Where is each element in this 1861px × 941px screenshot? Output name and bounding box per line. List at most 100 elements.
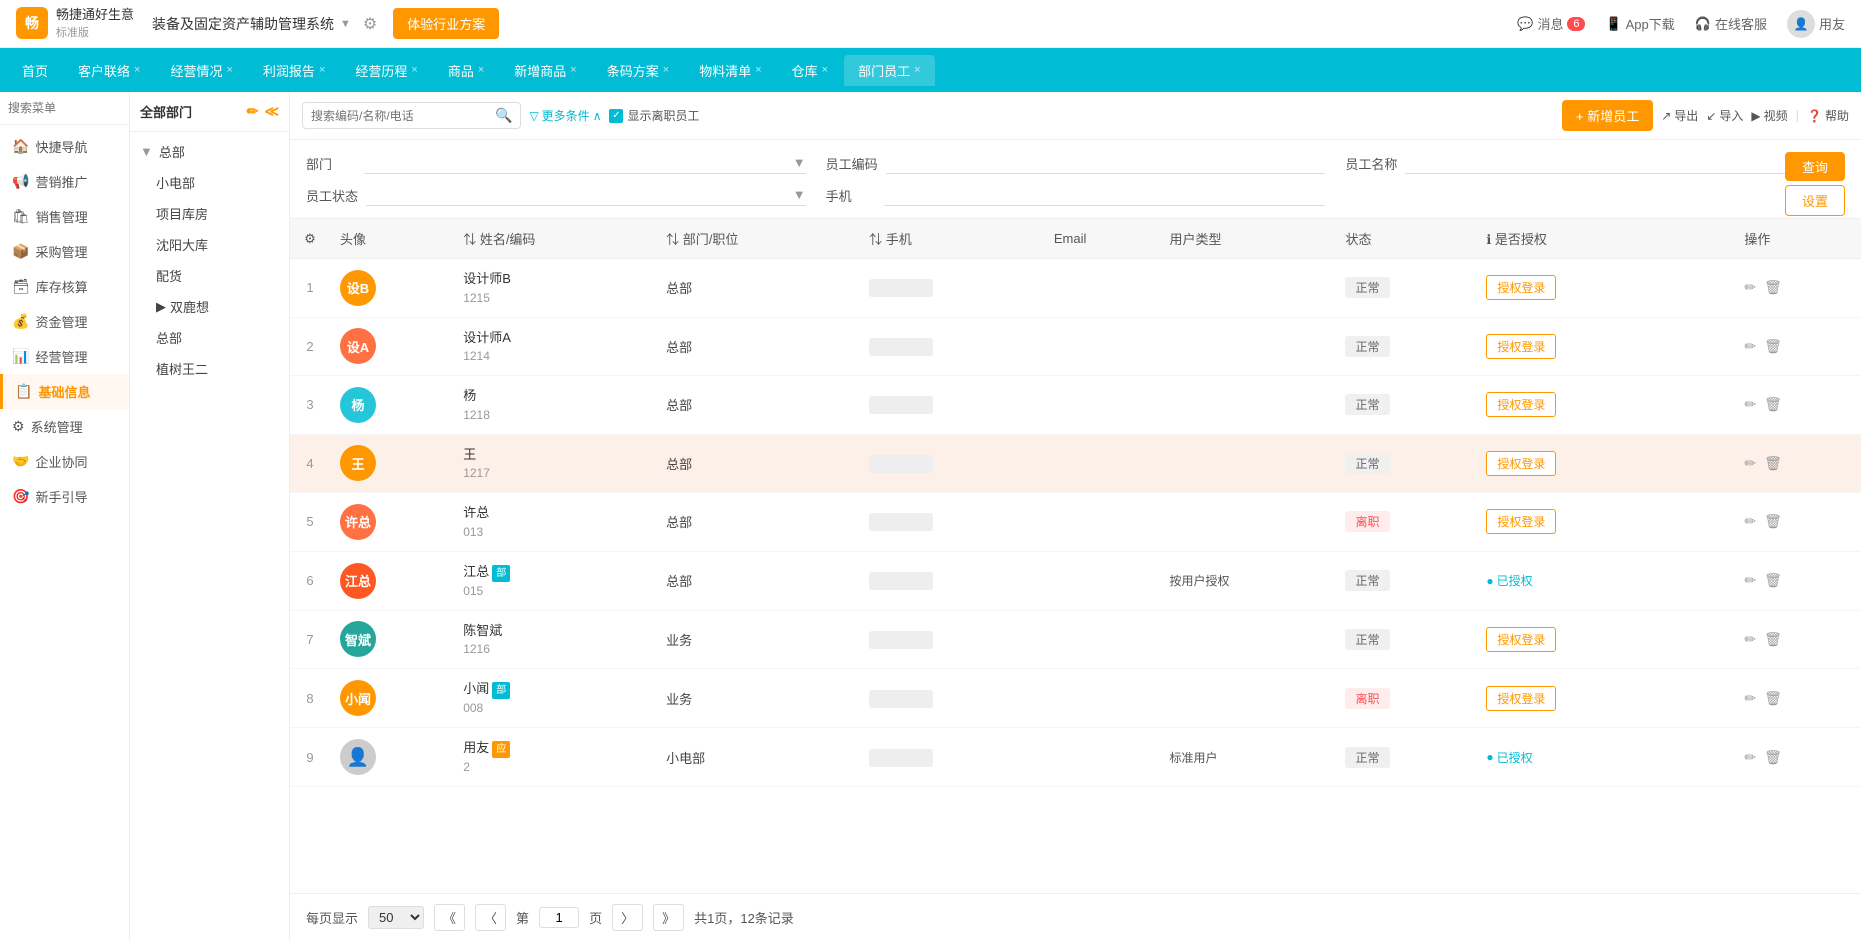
col-name[interactable]: ⇅ 姓名/编码 bbox=[453, 219, 656, 259]
online-service-btn[interactable]: 🎧 在线客服 bbox=[1695, 14, 1767, 33]
search-icon[interactable]: 🔍 bbox=[495, 107, 512, 124]
auth-login-btn[interactable]: 授权登录 bbox=[1486, 275, 1556, 300]
delete-icon[interactable]: 🗑 bbox=[1764, 513, 1782, 530]
sidebar-item-sales[interactable]: 🛍销售管理 bbox=[0, 199, 129, 234]
dept-node-peihuo[interactable]: 配货 bbox=[146, 260, 289, 291]
search-input[interactable] bbox=[311, 109, 491, 123]
page-number-input[interactable] bbox=[539, 907, 579, 928]
view-button[interactable]: ▶ 视频 bbox=[1751, 107, 1787, 124]
export-button[interactable]: ↗ 导出 bbox=[1661, 107, 1698, 124]
dept-node-shenyang[interactable]: 沈阳大库 bbox=[146, 229, 289, 260]
dept-collapse-icon[interactable]: ≪ bbox=[264, 103, 279, 120]
close-barcode-tab[interactable]: × bbox=[663, 64, 669, 76]
set-button[interactable]: 设置 bbox=[1785, 185, 1845, 216]
col-dept[interactable]: ⇅ 部门/职位 bbox=[656, 219, 859, 259]
col-settings[interactable]: ⚙ bbox=[290, 219, 330, 259]
auth-login-btn[interactable]: 授权登录 bbox=[1486, 392, 1556, 417]
close-add-goods-tab[interactable]: × bbox=[570, 64, 576, 76]
sidebar-item-inventory[interactable]: 🗃库存核算 bbox=[0, 269, 129, 304]
sidebar-item-quicknav[interactable]: 🏠快捷导航 bbox=[0, 129, 129, 164]
close-profit-tab[interactable]: × bbox=[319, 64, 325, 76]
auth-login-btn[interactable]: 授权登录 bbox=[1486, 509, 1556, 534]
dept-node-shuanglu[interactable]: ▶ 双鹿想 bbox=[146, 291, 289, 322]
help-button[interactable]: ❓ 帮助 bbox=[1807, 107, 1849, 124]
user-menu-btn[interactable]: 👤 用友 bbox=[1787, 10, 1845, 38]
dept-node-xiaodibu[interactable]: 小电部 bbox=[146, 167, 289, 198]
tab-add-goods[interactable]: 新增商品 × bbox=[500, 55, 590, 86]
delete-icon[interactable]: 🗑 bbox=[1764, 338, 1782, 355]
delete-icon[interactable]: 🗑 bbox=[1764, 279, 1782, 296]
prev-page-btn[interactable]: 〈 bbox=[475, 904, 506, 931]
auth-login-btn[interactable]: 授权登录 bbox=[1486, 334, 1556, 359]
sidebar-item-guide[interactable]: 🎯新手引导 bbox=[0, 479, 129, 514]
import-button[interactable]: ↙ 导入 bbox=[1706, 107, 1743, 124]
sidebar-item-corp[interactable]: 🤝企业协同 bbox=[0, 444, 129, 479]
query-button[interactable]: 查询 bbox=[1785, 152, 1845, 181]
edit-icon[interactable]: ✏ bbox=[1744, 749, 1756, 766]
edit-icon[interactable]: ✏ bbox=[1744, 513, 1756, 530]
delete-icon[interactable]: 🗑 bbox=[1764, 690, 1782, 707]
filter-phone-input[interactable] bbox=[884, 184, 1326, 206]
tab-profit[interactable]: 利润报告 × bbox=[249, 55, 339, 86]
edit-icon[interactable]: ✏ bbox=[1744, 455, 1756, 472]
close-goods-tab[interactable]: × bbox=[478, 64, 484, 76]
auth-login-btn[interactable]: 授权登录 bbox=[1486, 627, 1556, 652]
edit-icon[interactable]: ✏ bbox=[1744, 279, 1756, 296]
filter-dept-select[interactable]: ▼ bbox=[364, 152, 806, 174]
dept-node-general[interactable]: ▼ 总部 bbox=[130, 136, 289, 167]
filter-name-input[interactable] bbox=[1405, 152, 1845, 174]
sidebar-item-basic[interactable]: 📋基础信息 bbox=[0, 374, 129, 409]
close-bom-tab[interactable]: × bbox=[755, 64, 761, 76]
auth-login-btn[interactable]: 授权登录 bbox=[1486, 686, 1556, 711]
close-staff-tab[interactable]: × bbox=[914, 64, 920, 76]
col-phone[interactable]: ⇅ 手机 bbox=[859, 219, 1044, 259]
delete-icon[interactable]: 🗑 bbox=[1764, 455, 1782, 472]
tab-operation[interactable]: 经营情况 × bbox=[156, 55, 246, 86]
system-dropdown-arrow[interactable]: ▼ bbox=[340, 18, 351, 30]
edit-icon[interactable]: ✏ bbox=[1744, 631, 1756, 648]
filter-code-input[interactable] bbox=[886, 152, 1326, 174]
close-operation-tab[interactable]: × bbox=[226, 64, 232, 76]
sidebar-item-purchase[interactable]: 📦采购管理 bbox=[0, 234, 129, 269]
sidebar-item-marketing[interactable]: 📢营销推广 bbox=[0, 164, 129, 199]
edit-icon[interactable]: ✏ bbox=[1744, 396, 1756, 413]
filter-btn[interactable]: ▽ 更多条件 ∧ bbox=[529, 107, 601, 124]
tab-home[interactable]: 首页 bbox=[8, 55, 62, 86]
settings-icon[interactable]: ⚙ bbox=[363, 14, 377, 34]
sidebar-item-finance[interactable]: 💰资金管理 bbox=[0, 304, 129, 339]
delete-icon[interactable]: 🗑 bbox=[1764, 631, 1782, 648]
delete-icon[interactable]: 🗑 bbox=[1764, 749, 1782, 766]
app-download-btn[interactable]: 📱 App下载 bbox=[1605, 14, 1674, 33]
dept-node-xiangmu[interactable]: 项目库房 bbox=[146, 198, 289, 229]
close-history-tab[interactable]: × bbox=[411, 64, 417, 76]
auth-login-btn[interactable]: 授权登录 bbox=[1486, 451, 1556, 476]
show-resigned-checkbox[interactable]: ✓ bbox=[609, 109, 623, 123]
tab-warehouse[interactable]: 仓库 × bbox=[778, 55, 842, 86]
first-page-btn[interactable]: 《 bbox=[434, 904, 465, 931]
message-btn[interactable]: 💬 消息 6 bbox=[1517, 14, 1585, 33]
tab-history[interactable]: 经营历程 × bbox=[341, 55, 431, 86]
delete-icon[interactable]: 🗑 bbox=[1764, 572, 1782, 589]
sidebar-search-input[interactable] bbox=[8, 101, 130, 115]
delete-icon[interactable]: 🗑 bbox=[1764, 396, 1782, 413]
next-page-btn[interactable]: 〉 bbox=[612, 904, 643, 931]
dept-node-zhishu[interactable]: 植树王二 bbox=[146, 353, 289, 384]
add-staff-button[interactable]: + 新增员工 bbox=[1562, 100, 1653, 131]
sidebar-item-operation[interactable]: 📊经营管理 bbox=[0, 339, 129, 374]
close-warehouse-tab[interactable]: × bbox=[822, 64, 828, 76]
page-size-select[interactable]: 50 20 100 bbox=[368, 906, 424, 929]
dept-edit-icon[interactable]: ✏ bbox=[247, 103, 259, 120]
filter-status-select[interactable]: ▼ bbox=[366, 184, 806, 206]
close-customer-tab[interactable]: × bbox=[134, 64, 140, 76]
tab-bom[interactable]: 物料清单 × bbox=[685, 55, 775, 86]
tab-customer[interactable]: 客户联络 × bbox=[64, 55, 154, 86]
tab-barcode[interactable]: 条码方案 × bbox=[593, 55, 683, 86]
edit-icon[interactable]: ✏ bbox=[1744, 690, 1756, 707]
tab-staff[interactable]: 部门员工 × bbox=[844, 55, 934, 86]
trial-button[interactable]: 体验行业方案 bbox=[393, 8, 499, 39]
tab-goods[interactable]: 商品 × bbox=[434, 55, 498, 86]
show-resigned-toggle[interactable]: ✓ 显示离职员工 bbox=[609, 107, 699, 124]
sidebar-item-system[interactable]: ⚙系统管理 bbox=[0, 409, 129, 444]
edit-icon[interactable]: ✏ bbox=[1744, 572, 1756, 589]
edit-icon[interactable]: ✏ bbox=[1744, 338, 1756, 355]
